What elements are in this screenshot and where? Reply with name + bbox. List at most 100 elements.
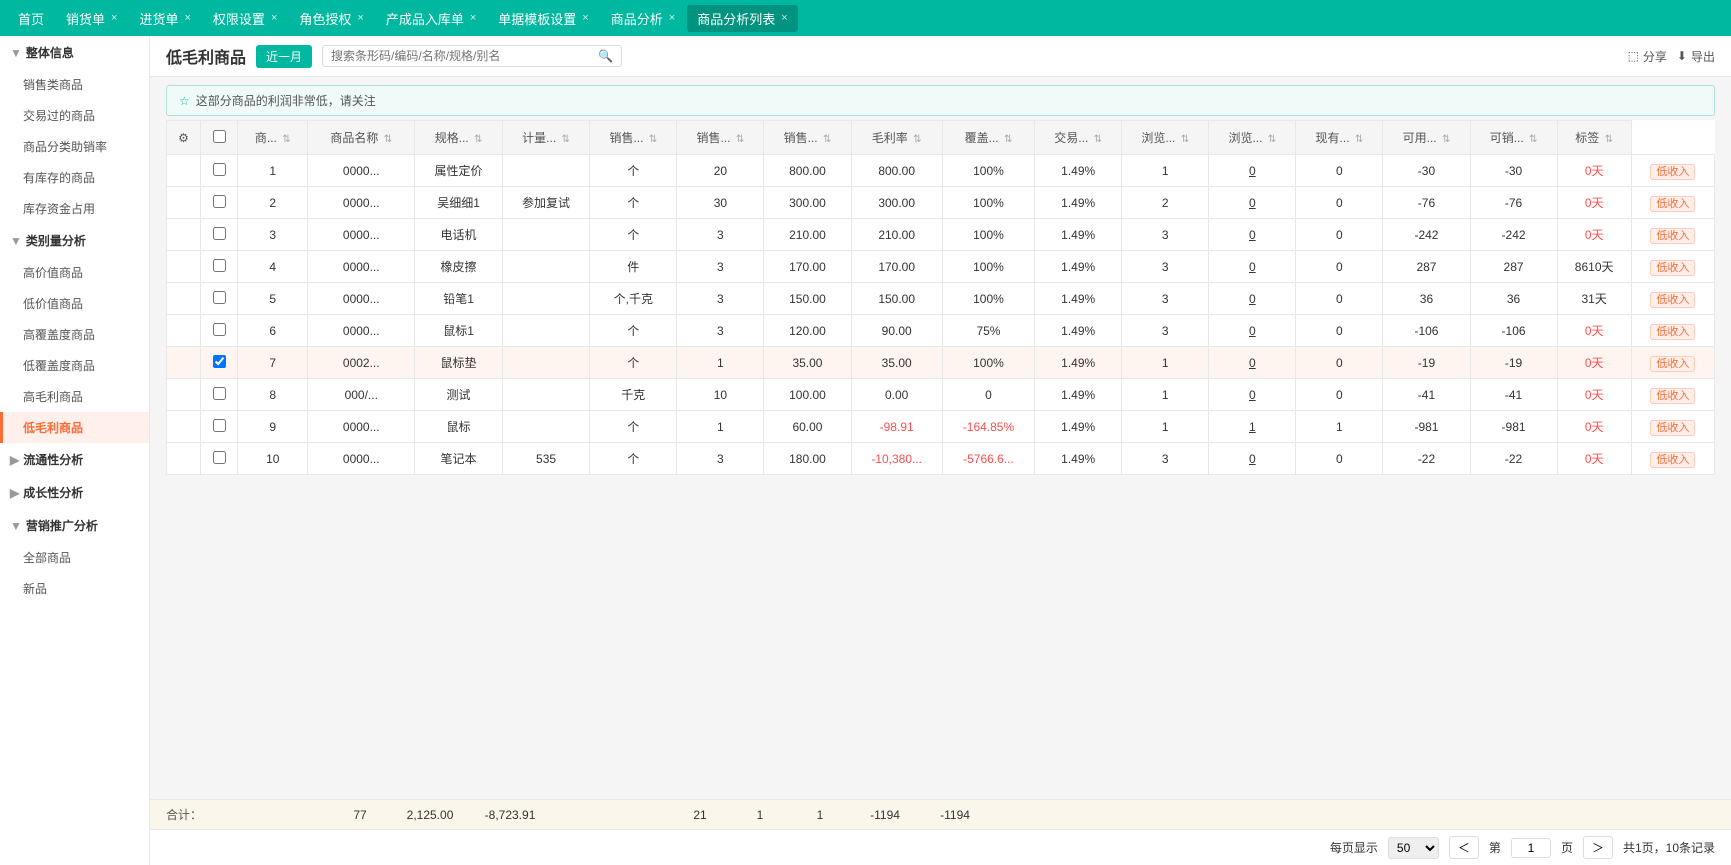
row-checkbox[interactable] [201, 443, 238, 475]
col-margin[interactable]: 毛利率 ⇅ [851, 121, 942, 155]
row-checkbox[interactable] [201, 251, 238, 283]
row-view1[interactable]: 0 [1209, 187, 1296, 219]
row-coverage: 1.49% [1035, 219, 1122, 251]
row-view1[interactable]: 0 [1209, 251, 1296, 283]
row-checkbox[interactable] [201, 347, 238, 379]
row-name: 笔记本 [415, 443, 502, 475]
summary-sales-price: 2,125.00 [390, 808, 470, 822]
sidebar-group-marketing[interactable]: ▼ 营销推广分析 [0, 509, 149, 542]
col-settings[interactable]: ⚙ [167, 121, 201, 155]
share-icon: ⬚ [1628, 49, 1639, 63]
col-code[interactable]: 商... ⇅ [238, 121, 308, 155]
row-code: 10 [238, 443, 308, 475]
row-current: -41 [1383, 379, 1470, 411]
page-input[interactable] [1511, 838, 1551, 858]
row-view1[interactable]: 0 [1209, 315, 1296, 347]
nav-close-sales[interactable]: × [111, 12, 117, 24]
nav-close-purchase[interactable]: × [184, 12, 190, 24]
col-name[interactable]: 商品名称 ⇅ [308, 121, 415, 155]
row-checkbox[interactable] [201, 187, 238, 219]
sidebar-group-category[interactable]: ▼ 类别量分析 [0, 224, 149, 257]
sidebar-item-high-coverage[interactable]: 高覆盖度商品 [0, 319, 149, 350]
row-checkbox[interactable] [201, 155, 238, 187]
row-available: -30 [1470, 155, 1557, 187]
date-filter-btn[interactable]: 近一月 [256, 45, 312, 68]
table-row: 5 0000... 铅笔1 个,千克 3 150.00 150.00 100% … [167, 283, 1715, 315]
row-view1[interactable]: 0 [1209, 219, 1296, 251]
sidebar-item-low-margin[interactable]: 低毛利商品 [0, 412, 149, 443]
page-label: 第 [1489, 839, 1501, 856]
col-available[interactable]: 可用... ⇅ [1383, 121, 1470, 155]
arrow-marketing: ▼ [10, 519, 22, 533]
row-margin: 75% [942, 315, 1034, 347]
nav-home[interactable]: 首页 [8, 5, 54, 32]
prev-page-btn[interactable]: ＜ [1449, 836, 1479, 859]
nav-purchase-order[interactable]: 进货单 × [129, 5, 200, 32]
col-current[interactable]: 现有... ⇅ [1296, 121, 1383, 155]
select-all-checkbox[interactable] [213, 130, 226, 143]
nav-sales-order[interactable]: 销货单 × [56, 5, 127, 32]
nav-permission[interactable]: 权限设置 × [203, 5, 287, 32]
row-checkbox[interactable] [201, 379, 238, 411]
col-coverage[interactable]: 覆盖... ⇅ [942, 121, 1034, 155]
nav-close-product[interactable]: × [470, 12, 476, 24]
row-spec [502, 155, 589, 187]
nav-close-role[interactable]: × [357, 12, 363, 24]
sidebar-item-high-value[interactable]: 高价值商品 [0, 257, 149, 288]
row-checkbox[interactable] [201, 315, 238, 347]
sidebar-item-stock-capital[interactable]: 库存资金占用 [0, 193, 149, 224]
sidebar-item-sales-goods[interactable]: 销售类商品 [0, 69, 149, 100]
col-sales-price[interactable]: 销售... ⇅ [677, 121, 764, 155]
row-checkbox[interactable] [201, 283, 238, 315]
col-unit[interactable]: 计量... ⇅ [502, 121, 589, 155]
row-checkbox[interactable] [201, 219, 238, 251]
nav-close-template[interactable]: × [582, 12, 588, 24]
col-trade[interactable]: 交易... ⇅ [1035, 121, 1122, 155]
sidebar-item-all-goods[interactable]: 全部商品 [0, 542, 149, 573]
sidebar-item-stock-goods[interactable]: 有库存的商品 [0, 162, 149, 193]
col-saleable[interactable]: 可销... ⇅ [1470, 121, 1557, 155]
col-sales-profit[interactable]: 销售... ⇅ [764, 121, 851, 155]
col-checkbox[interactable] [201, 121, 238, 155]
sidebar-item-high-margin[interactable]: 高毛利商品 [0, 381, 149, 412]
sidebar-item-category-rate[interactable]: 商品分类助销率 [0, 131, 149, 162]
col-spec[interactable]: 规格... ⇅ [415, 121, 502, 155]
nav-goods-analysis[interactable]: 商品分析 × [601, 5, 685, 32]
next-page-btn[interactable]: ＞ [1583, 836, 1613, 859]
row-view1[interactable]: 0 [1209, 379, 1296, 411]
col-view2[interactable]: 浏览... ⇅ [1209, 121, 1296, 155]
sidebar-group-overall[interactable]: ▼ 整体信息 [0, 36, 149, 69]
row-view1[interactable]: 1 [1209, 411, 1296, 443]
row-view1[interactable]: 0 [1209, 155, 1296, 187]
row-view1[interactable]: 0 [1209, 347, 1296, 379]
row-checkbox[interactable] [201, 411, 238, 443]
row-view1[interactable]: 0 [1209, 443, 1296, 475]
footer-bar: 每页显示 50 10 20 100 ＜ 第 页 ＞ 共1页，10条记录 [150, 829, 1731, 865]
export-btn[interactable]: ⬇ 导出 [1677, 48, 1715, 65]
col-tag[interactable]: 标签 ⇅ [1557, 121, 1631, 155]
row-view1[interactable]: 0 [1209, 283, 1296, 315]
sidebar-item-new-goods[interactable]: 新品 [0, 573, 149, 604]
search-input[interactable] [331, 49, 598, 63]
sidebar-group-growth[interactable]: ▶ 成长性分析 [0, 476, 149, 509]
share-btn[interactable]: ⬚ 分享 [1628, 48, 1667, 65]
sidebar-item-low-coverage[interactable]: 低覆盖度商品 [0, 350, 149, 381]
row-tag: 低收入 [1631, 411, 1714, 443]
page-size-select[interactable]: 50 10 20 100 [1388, 837, 1439, 859]
nav-product-stock[interactable]: 产成品入库单 × [376, 5, 486, 32]
nav-goods-analysis-list[interactable]: 商品分析列表 × [687, 5, 797, 32]
nav-close-permission[interactable]: × [271, 12, 277, 24]
col-sales-qty[interactable]: 销售... ⇅ [590, 121, 677, 155]
sidebar-group-circulation[interactable]: ▶ 流通性分析 [0, 443, 149, 476]
search-icon[interactable]: 🔍 [598, 49, 613, 63]
nav-close-analysis-list[interactable]: × [781, 12, 787, 24]
row-spec [502, 347, 589, 379]
row-tag: 低收入 [1631, 283, 1714, 315]
col-view1[interactable]: 浏览... ⇅ [1122, 121, 1209, 155]
nav-close-analysis[interactable]: × [669, 12, 675, 24]
nav-template[interactable]: 单据模板设置 × [488, 5, 598, 32]
nav-role-auth[interactable]: 角色授权 × [289, 5, 373, 32]
sidebar-item-low-value[interactable]: 低价值商品 [0, 288, 149, 319]
row-sku-code: 0002... [308, 347, 415, 379]
sidebar-item-traded-goods[interactable]: 交易过的商品 [0, 100, 149, 131]
